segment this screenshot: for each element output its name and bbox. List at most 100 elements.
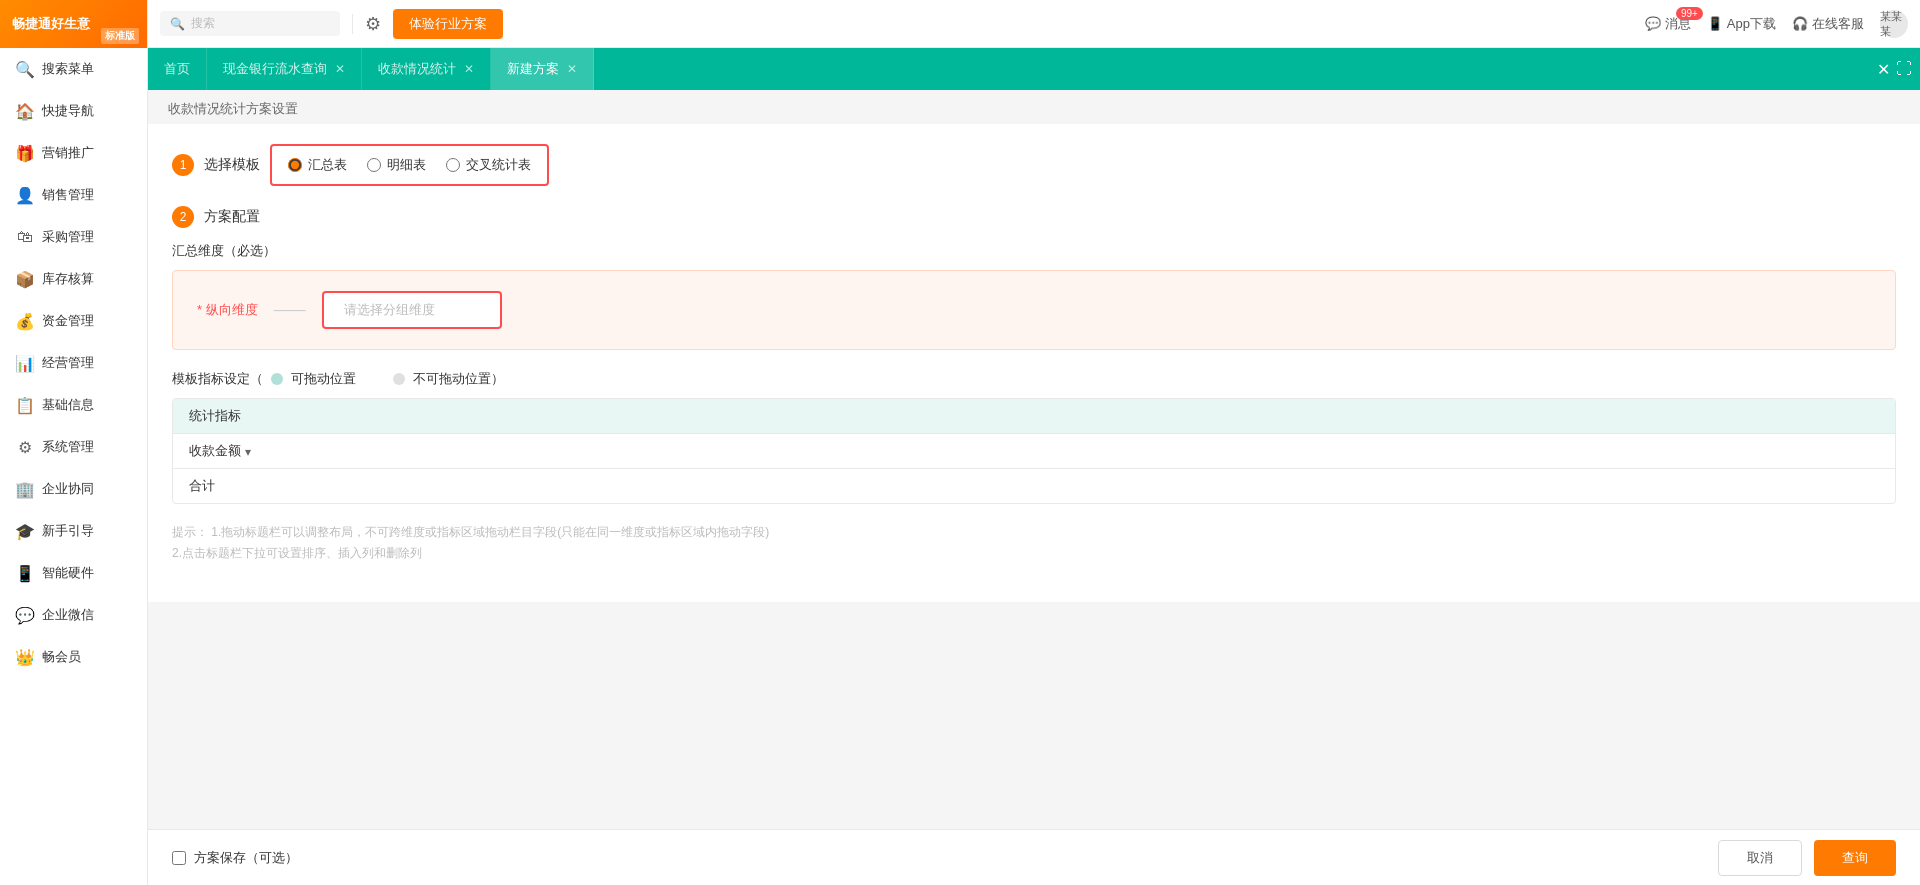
tab-label-home: 首页 [164, 60, 190, 78]
radio-label-detail: 明细表 [387, 156, 426, 174]
message-badge[interactable]: 💬 消息 99+ [1645, 15, 1691, 33]
tab-collection-stat[interactable]: 收款情况统计 ✕ [362, 48, 491, 90]
content-area: 收款情况统计方案设置 1 选择模板 汇总表明细表交叉统计表 2 方案配置 [148, 90, 1920, 885]
basic-info-icon: 📋 [16, 396, 34, 414]
step1-header: 1 选择模板 汇总表明细表交叉统计表 [172, 144, 1896, 186]
sidebar-label-quick-nav: 快捷导航 [42, 102, 94, 120]
sidebar-nav: 🔍搜索菜单 🏠 快捷导航 🎁营销推广👤销售管理🛍采购管理📦库存核算💰资金管理📊经营管理… [0, 48, 147, 885]
metrics-header-row: 统计指标 [173, 399, 1895, 433]
sidebar-item-system[interactable]: ⚙系统管理 [0, 426, 147, 468]
cancel-button[interactable]: 取消 [1718, 840, 1802, 876]
query-button[interactable]: 查询 [1814, 840, 1896, 876]
tab-label-collection-stat: 收款情况统计 [378, 60, 456, 78]
message-count: 99+ [1676, 7, 1703, 20]
nondraggable-legend-dot [393, 373, 405, 385]
sidebar-item-marketing[interactable]: 🎁营销推广 [0, 132, 147, 174]
tab-label-bank-flow: 现金银行流水查询 [223, 60, 327, 78]
metrics-data-row-1: 收款金额 [173, 433, 1895, 468]
divider [352, 14, 353, 34]
template-options: 汇总表 明细表 交叉统计表 [270, 144, 549, 186]
sidebar-item-smart-hw[interactable]: 📱智能硬件 [0, 552, 147, 594]
radio-option-cross[interactable]: 交叉统计表 [446, 156, 531, 174]
step2-title: 方案配置 [204, 208, 260, 226]
sidebar-item-sales[interactable]: 👤销售管理 [0, 174, 147, 216]
trial-button[interactable]: 体验行业方案 [393, 9, 503, 39]
save-checkbox[interactable] [172, 851, 186, 865]
purchase-icon: 🛍 [16, 228, 34, 246]
tab-close-collection-stat[interactable]: ✕ [464, 62, 474, 76]
radio-input-detail[interactable] [367, 158, 381, 172]
wechat-icon: 💬 [16, 606, 34, 624]
sidebar-item-inventory[interactable]: 📦库存核算 [0, 258, 147, 300]
form-card: 1 选择模板 汇总表明细表交叉统计表 2 方案配置 汇总维度（必选） [148, 124, 1920, 602]
search-box[interactable]: 🔍 搜索 [160, 11, 340, 36]
sidebar-label-inventory: 库存核算 [42, 270, 94, 288]
sidebar-item-member[interactable]: 👑 畅会员 [0, 636, 147, 678]
footer-save-option[interactable]: 方案保存（可选） [172, 849, 298, 867]
sidebar-item-capital[interactable]: 💰资金管理 [0, 300, 147, 342]
metrics-data-row-2: 合计 [173, 468, 1895, 503]
radio-option-detail[interactable]: 明细表 [367, 156, 426, 174]
metrics-col-header: 统计指标 [173, 399, 293, 433]
tab-new-plan[interactable]: 新建方案✕ [491, 48, 594, 90]
sidebar-label-capital: 资金管理 [42, 312, 94, 330]
sidebar: 畅捷通好生意 标准版 🔍搜索菜单 🏠 快捷导航 🎁营销推广👤销售管理🛍采购管理📦库存核… [0, 0, 148, 885]
online-service[interactable]: 🎧 在线客服 [1792, 15, 1864, 33]
dimension-selector[interactable]: 请选择分组维度 [322, 291, 502, 329]
sidebar-item-guide[interactable]: 🎓新手引导 [0, 510, 147, 552]
sidebar-logo: 畅捷通好生意 标准版 [0, 0, 147, 48]
sidebar-item-basic-info[interactable]: 📋 基础信息 [0, 384, 147, 426]
tabbar-expand-icon[interactable]: ⛶ [1896, 60, 1912, 78]
config-section: 汇总维度（必选） * 纵向维度 —— 请选择分组维度 [172, 242, 1896, 504]
radio-option-summary[interactable]: 汇总表 [288, 156, 347, 174]
dimension-row: * 纵向维度 —— 请选择分组维度 [197, 291, 1871, 329]
sidebar-label-guide: 新手引导 [42, 522, 94, 540]
tab-close-new-plan[interactable]: ✕ [567, 62, 577, 76]
sidebar-label-wechat: 企业微信 [42, 606, 94, 624]
tabbar-close-icon[interactable]: ✕ [1877, 60, 1890, 79]
sidebar-item-operation[interactable]: 📊经营管理 [0, 342, 147, 384]
radio-label-summary: 汇总表 [308, 156, 347, 174]
step2-section: 2 方案配置 汇总维度（必选） * 纵向维度 —— 请选择分组维度 [172, 206, 1896, 562]
radio-label-cross: 交叉统计表 [466, 156, 531, 174]
draggable-legend-dot [271, 373, 283, 385]
sidebar-item-enterprise[interactable]: 🏢企业协同 [0, 468, 147, 510]
app-icon: 📱 [1707, 16, 1723, 31]
sidebar-label-basic-info: 基础信息 [42, 396, 94, 414]
dimension-label: 汇总维度（必选） [172, 242, 1896, 260]
tab-close-bank-flow[interactable]: ✕ [335, 62, 345, 76]
sidebar-item-wechat[interactable]: 💬 企业微信 [0, 594, 147, 636]
sidebar-item-purchase[interactable]: 🛍采购管理 [0, 216, 147, 258]
radio-input-summary[interactable] [288, 158, 302, 172]
logo-text: 畅捷通好生意 [12, 15, 90, 33]
hint-text: 提示： 1.拖动标题栏可以调整布局，不可跨维度或指标区域拖动栏目字段(只能在同一… [172, 524, 1896, 541]
sidebar-item-quick-nav[interactable]: 🏠 快捷导航 [0, 90, 147, 132]
sidebar-label-operation: 经营管理 [42, 354, 94, 372]
sidebar-item-search-menu[interactable]: 🔍搜索菜单 [0, 48, 147, 90]
topbar: 🔍 搜索 ⚙ 体验行业方案 💬 消息 99+ 📱 App下载 🎧 在线客服 某某… [148, 0, 1920, 48]
dimension-arrow: —— [274, 301, 306, 319]
tab-home[interactable]: 首页 [148, 48, 207, 90]
settings-icon[interactable]: ⚙ [365, 13, 381, 35]
version-badge: 标准版 [101, 28, 139, 44]
dimension-field-label: * 纵向维度 [197, 301, 258, 319]
app-download[interactable]: 📱 App下载 [1707, 15, 1776, 33]
hint-text: 2.点击标题栏下拉可设置排序、插入列和删除列 [172, 545, 1896, 562]
tabbar: 首页现金银行流水查询✕收款情况统计✕新建方案✕✕⛶ [148, 48, 1920, 90]
user-avatar[interactable]: 某某某 [1880, 10, 1908, 38]
smart-hw-icon: 📱 [16, 564, 34, 582]
tabbar-controls: ✕⛶ [1877, 48, 1920, 90]
sidebar-label-system: 系统管理 [42, 438, 94, 456]
metrics-section: 模板指标设定（ 可拖动位置 不可拖动位置） 统计指标 [172, 370, 1896, 504]
radio-input-cross[interactable] [446, 158, 460, 172]
dimension-area: * 纵向维度 —— 请选择分组维度 [172, 270, 1896, 350]
sidebar-label-search-menu: 搜索菜单 [42, 60, 94, 78]
quick-nav-icon: 🏠 [16, 102, 34, 120]
headset-icon: 🎧 [1792, 16, 1808, 31]
step2-num: 2 [172, 206, 194, 228]
footer-bar: 方案保存（可选） 取消 查询 [148, 829, 1920, 885]
metrics-cell-1[interactable]: 收款金额 [173, 434, 293, 468]
sidebar-label-member: 畅会员 [42, 648, 81, 666]
tab-bank-flow[interactable]: 现金银行流水查询 ✕ [207, 48, 362, 90]
member-icon: 👑 [16, 648, 34, 666]
